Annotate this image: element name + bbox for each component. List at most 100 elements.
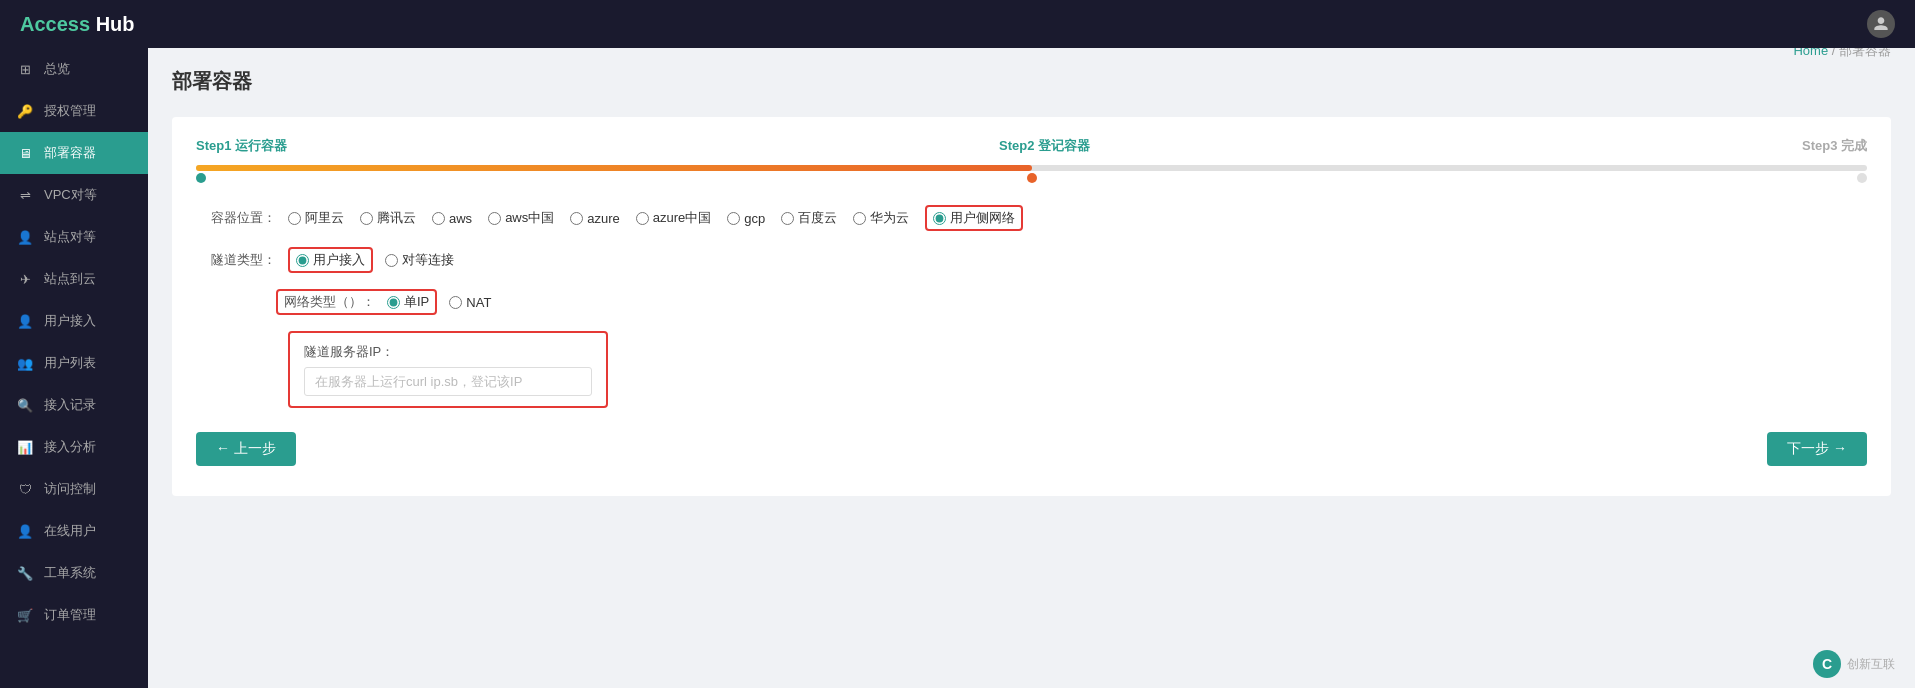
sidebar-item-ticket-system[interactable]: 🔧 工单系统 bbox=[0, 552, 148, 594]
network-nat[interactable]: NAT bbox=[449, 295, 491, 310]
location-aws[interactable]: aws bbox=[432, 211, 472, 226]
breadcrumb-separator: / bbox=[1832, 48, 1836, 58]
user-avatar[interactable] bbox=[1867, 10, 1895, 38]
location-user-network[interactable]: 用户侧网络 bbox=[933, 209, 1015, 227]
page-title: 部署容器 bbox=[172, 68, 252, 95]
tunnel-peer[interactable]: 对等连接 bbox=[385, 251, 454, 269]
chart-icon: 📊 bbox=[16, 440, 34, 455]
main-content: 部署容器 Home / 部署容器 Step1 运行容器 Step2 登记容器 S… bbox=[148, 48, 1915, 688]
location-aws-china[interactable]: aws中国 bbox=[488, 209, 554, 227]
sidebar-item-dashboard[interactable]: ⊞ 总览 bbox=[0, 48, 148, 90]
tunnel-type-row: 隧道类型： 用户接入 对等连接 bbox=[196, 247, 1867, 273]
sidebar-item-label: 部署容器 bbox=[44, 144, 96, 162]
brand-access: Access bbox=[20, 13, 90, 35]
watermark-text: 创新互联 bbox=[1847, 656, 1895, 673]
step-dots bbox=[196, 175, 1867, 185]
dashboard-icon: ⊞ bbox=[16, 62, 34, 77]
location-azure[interactable]: azure bbox=[570, 211, 620, 226]
sidebar-item-label: 接入分析 bbox=[44, 438, 96, 456]
tunnel-user-access[interactable]: 用户接入 bbox=[296, 251, 365, 269]
sidebar-item-vpc-peer[interactable]: ⇌ VPC对等 bbox=[0, 174, 148, 216]
sidebar-item-site-peer[interactable]: 👤 站点对等 bbox=[0, 216, 148, 258]
step2-label: Step2 登记容器 bbox=[999, 137, 1090, 155]
top-navigation: Access Hub bbox=[0, 0, 1915, 48]
sidebar-item-label: VPC对等 bbox=[44, 186, 97, 204]
step2-dot bbox=[1027, 173, 1037, 183]
sidebar-item-access-analysis[interactable]: 📊 接入分析 bbox=[0, 426, 148, 468]
next-button[interactable]: 下一步 → bbox=[1767, 432, 1867, 466]
network-single-ip[interactable]: 单IP bbox=[387, 293, 429, 311]
progress-fill bbox=[196, 165, 1032, 171]
user-access-icon: 👤 bbox=[16, 314, 34, 329]
users-icon: 👥 bbox=[16, 356, 34, 371]
sidebar-item-site-to-cloud[interactable]: ✈ 站点到云 bbox=[0, 258, 148, 300]
sidebar-item-label: 站点到云 bbox=[44, 270, 96, 288]
sidebar-item-online-users[interactable]: 👤 在线用户 bbox=[0, 510, 148, 552]
container-location-label: 容器位置： bbox=[196, 209, 276, 227]
bottom-bar: ← 上一步 下一步 → bbox=[196, 432, 1867, 466]
breadcrumb-home[interactable]: Home bbox=[1793, 48, 1828, 58]
sidebar-item-label: 接入记录 bbox=[44, 396, 96, 414]
network-type-highlight: 网络类型（）： 单IP bbox=[276, 289, 437, 315]
monitor-icon: 🖥 bbox=[16, 146, 34, 161]
step3-dot bbox=[1857, 173, 1867, 183]
network-type-row: 网络类型（）： 单IP NAT bbox=[196, 289, 1867, 315]
sidebar-item-user-access[interactable]: 👤 用户接入 bbox=[0, 300, 148, 342]
tunnel-server-ip-label: 隧道服务器IP： bbox=[304, 343, 592, 361]
sidebar-item-access-policy[interactable]: 🛡 访问控制 bbox=[0, 468, 148, 510]
sidebar-item-label: 用户列表 bbox=[44, 354, 96, 372]
sidebar-item-label: 工单系统 bbox=[44, 564, 96, 582]
cart-icon: 🛒 bbox=[16, 608, 34, 623]
cloud-icon: ✈ bbox=[16, 272, 34, 287]
steps-area: Step1 运行容器 Step2 登记容器 Step3 完成 bbox=[196, 137, 1867, 185]
watermark-logo: C bbox=[1813, 650, 1841, 678]
watermark: C 创新互联 bbox=[1813, 650, 1895, 678]
location-baidu[interactable]: 百度云 bbox=[781, 209, 837, 227]
breadcrumb-current: 部署容器 bbox=[1839, 48, 1891, 58]
sidebar-item-label: 在线用户 bbox=[44, 522, 96, 540]
location-tencent[interactable]: 腾讯云 bbox=[360, 209, 416, 227]
location-aliyun[interactable]: 阿里云 bbox=[288, 209, 344, 227]
container-location-row: 容器位置： 阿里云 腾讯云 aws aws中国 azure azure中国 gc… bbox=[196, 205, 1867, 231]
step-wizard: Step1 运行容器 Step2 登记容器 Step3 完成 bbox=[172, 117, 1891, 496]
location-huawei[interactable]: 华为云 bbox=[853, 209, 909, 227]
sidebar-item-label: 访问控制 bbox=[44, 480, 96, 498]
site-peer-icon: 👤 bbox=[16, 230, 34, 245]
form-section: 容器位置： 阿里云 腾讯云 aws aws中国 azure azure中国 gc… bbox=[196, 205, 1867, 408]
progress-track bbox=[196, 165, 1867, 171]
step-labels-row: Step1 运行容器 Step2 登记容器 Step3 完成 bbox=[196, 137, 1867, 155]
step3-label: Step3 完成 bbox=[1802, 137, 1867, 155]
sidebar-item-label: 总览 bbox=[44, 60, 70, 78]
search-icon: 🔍 bbox=[16, 398, 34, 413]
key-icon: 🔑 bbox=[16, 104, 34, 119]
brand-logo: Access Hub bbox=[20, 13, 135, 36]
tunnel-type-highlight: 用户接入 bbox=[288, 247, 373, 273]
sidebar-item-access-control[interactable]: 🔑 授权管理 bbox=[0, 90, 148, 132]
sidebar-item-label: 订单管理 bbox=[44, 606, 96, 624]
breadcrumb: Home / 部署容器 bbox=[1793, 48, 1891, 60]
peer-icon: ⇌ bbox=[16, 188, 34, 203]
network-type-label: 网络类型（）： bbox=[284, 293, 375, 311]
sidebar-item-label: 授权管理 bbox=[44, 102, 96, 120]
tunnel-server-ip-input[interactable] bbox=[304, 367, 592, 396]
step1-dot bbox=[196, 173, 206, 183]
sidebar-item-access-log[interactable]: 🔍 接入记录 bbox=[0, 384, 148, 426]
sidebar: ⊞ 总览 🔑 授权管理 🖥 部署容器 ⇌ VPC对等 👤 站点对等 ✈ 站点到云… bbox=[0, 48, 148, 688]
location-user-network-highlight: 用户侧网络 bbox=[925, 205, 1023, 231]
sidebar-item-order-mgmt[interactable]: 🛒 订单管理 bbox=[0, 594, 148, 636]
sidebar-item-label: 站点对等 bbox=[44, 228, 96, 246]
tunnel-type-label: 隧道类型： bbox=[196, 251, 276, 269]
brand-hub: Hub bbox=[96, 13, 135, 35]
location-azure-china[interactable]: azure中国 bbox=[636, 209, 712, 227]
wrench-icon: 🔧 bbox=[16, 566, 34, 581]
tunnel-server-ip-container: 隧道服务器IP： bbox=[288, 331, 608, 408]
container-location-group: 阿里云 腾讯云 aws aws中国 azure azure中国 gcp 百度云 … bbox=[288, 205, 1023, 231]
prev-button[interactable]: ← 上一步 bbox=[196, 432, 296, 466]
shield-icon: 🛡 bbox=[16, 482, 34, 497]
sidebar-item-label: 用户接入 bbox=[44, 312, 96, 330]
sidebar-item-deploy-container[interactable]: 🖥 部署容器 bbox=[0, 132, 148, 174]
step1-label: Step1 运行容器 bbox=[196, 137, 287, 155]
sidebar-item-user-list[interactable]: 👥 用户列表 bbox=[0, 342, 148, 384]
location-gcp[interactable]: gcp bbox=[727, 211, 765, 226]
online-icon: 👤 bbox=[16, 524, 34, 539]
